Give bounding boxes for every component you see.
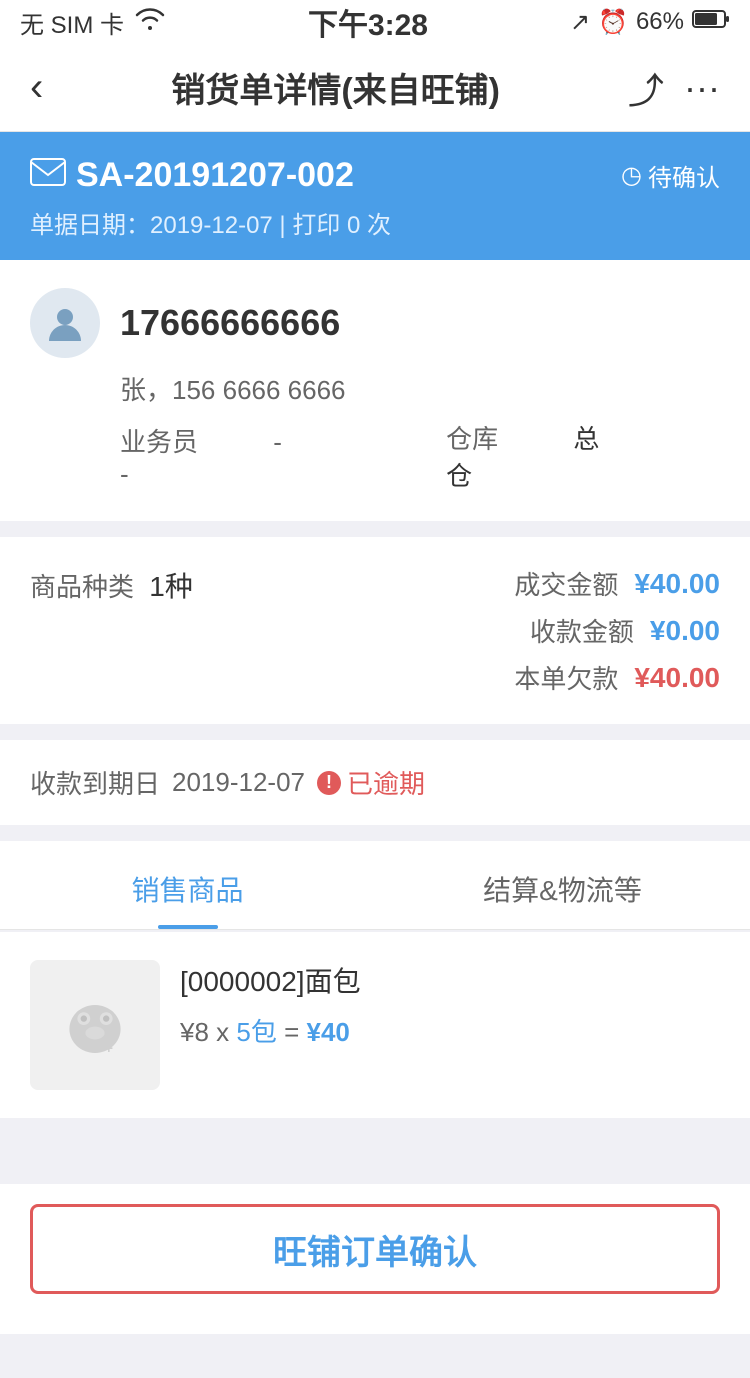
alarm-icon: ⏰ xyxy=(598,8,628,37)
warehouse-label: 仓库 总仓 xyxy=(446,419,660,493)
product-image: + xyxy=(30,960,160,1090)
overdue-text: 已逾期 xyxy=(347,764,425,801)
customer-avatar xyxy=(30,288,100,358)
share-icon[interactable]: ⤴ xyxy=(628,62,664,114)
order-id-text: SA-20191207-002 xyxy=(76,156,354,195)
overdue-badge: ! 已逾期 xyxy=(317,764,425,801)
debt-value: ¥40.00 xyxy=(634,662,720,694)
product-name: [0000002]面包 xyxy=(180,960,720,1000)
battery-icon xyxy=(692,8,730,36)
back-button[interactable]: ‹ xyxy=(30,65,43,110)
customer-phone: 17666666666 xyxy=(120,302,340,344)
summary-card: 商品种类 1种 成交金额 ¥40.00 收款金额 ¥0.00 本单欠款 ¥40.… xyxy=(0,537,750,724)
order-status-text: 待确认 xyxy=(648,158,720,193)
status-bar: 无 SIM 卡 下午3:28 ↗ ⏰ 66% xyxy=(0,0,750,44)
customer-card: 17666666666 张，156 6666 6666 业务员 -- 仓库 总仓 xyxy=(0,260,750,521)
navigation-icon: ↗ xyxy=(570,8,590,37)
due-date-value: 2019-12-07 xyxy=(172,767,305,798)
collected-value: ¥0.00 xyxy=(650,615,720,647)
product-unit-price: ¥8 x xyxy=(180,1017,236,1047)
customer-meta: 业务员 -- 仓库 总仓 xyxy=(30,419,720,493)
status-left: 无 SIM 卡 xyxy=(20,5,166,40)
status-right: ↗ ⏰ 66% xyxy=(570,8,730,37)
due-date-card: 收款到期日 2019-12-07 ! 已逾期 xyxy=(0,740,750,825)
debt-label: 本单欠款 xyxy=(514,659,618,696)
order-envelope-icon xyxy=(30,156,66,195)
product-total: ¥40 xyxy=(306,1017,349,1047)
transaction-label: 成交金额 xyxy=(514,565,618,602)
product-card: + [0000002]面包 ¥8 x 5包 = ¥40 xyxy=(0,932,750,1118)
battery-level: 66% xyxy=(636,8,684,36)
sim-status: 无 SIM 卡 xyxy=(20,5,124,40)
customer-name: 张，156 6666 6666 xyxy=(30,370,720,407)
order-id-row: SA-20191207-002 xyxy=(30,156,354,195)
bottom-bar: 旺铺订单确认 xyxy=(0,1184,750,1334)
due-date-label: 收款到期日 xyxy=(30,764,160,801)
confirm-button[interactable]: 旺铺订单确认 xyxy=(30,1204,720,1294)
overdue-icon: ! xyxy=(317,771,341,795)
more-icon[interactable]: ··· xyxy=(684,67,720,109)
svg-text:+: + xyxy=(105,1041,113,1057)
tabs: 销售商品 结算&物流等 xyxy=(0,841,750,930)
amount-summary: 成交金额 ¥40.00 收款金额 ¥0.00 本单欠款 ¥40.00 xyxy=(514,565,720,696)
page-title: 销货单详情(来自旺铺) xyxy=(171,63,500,112)
wifi-icon xyxy=(134,7,166,38)
sales-label: 业务员 -- xyxy=(120,422,326,490)
status-time: 下午3:28 xyxy=(308,0,428,44)
tabs-container: 销售商品 结算&物流等 xyxy=(0,841,750,930)
nav-actions: ⤴ ··· xyxy=(628,62,720,114)
collected-label: 收款金额 xyxy=(530,612,634,649)
clock-icon: ◷ xyxy=(621,161,642,190)
nav-bar: ‹ 销货单详情(来自旺铺) ⤴ ··· xyxy=(0,44,750,132)
transaction-value: ¥40.00 xyxy=(634,568,720,600)
tab-sales-goods[interactable]: 销售商品 xyxy=(0,841,375,929)
order-header: SA-20191207-002 ◷ 待确认 单据日期：2019-12-07 | … xyxy=(0,132,750,260)
order-date: 单据日期：2019-12-07 | 打印 0 次 xyxy=(30,205,720,240)
product-qty: 5包 xyxy=(236,1017,276,1047)
product-price: ¥8 x 5包 = ¥40 xyxy=(180,1012,720,1049)
product-equals: = xyxy=(277,1017,307,1047)
tab-settlement[interactable]: 结算&物流等 xyxy=(375,841,750,929)
order-status: ◷ 待确认 xyxy=(621,158,720,193)
product-info: [0000002]面包 ¥8 x 5包 = ¥40 xyxy=(180,960,720,1049)
goods-type: 商品种类 1种 xyxy=(30,565,193,605)
